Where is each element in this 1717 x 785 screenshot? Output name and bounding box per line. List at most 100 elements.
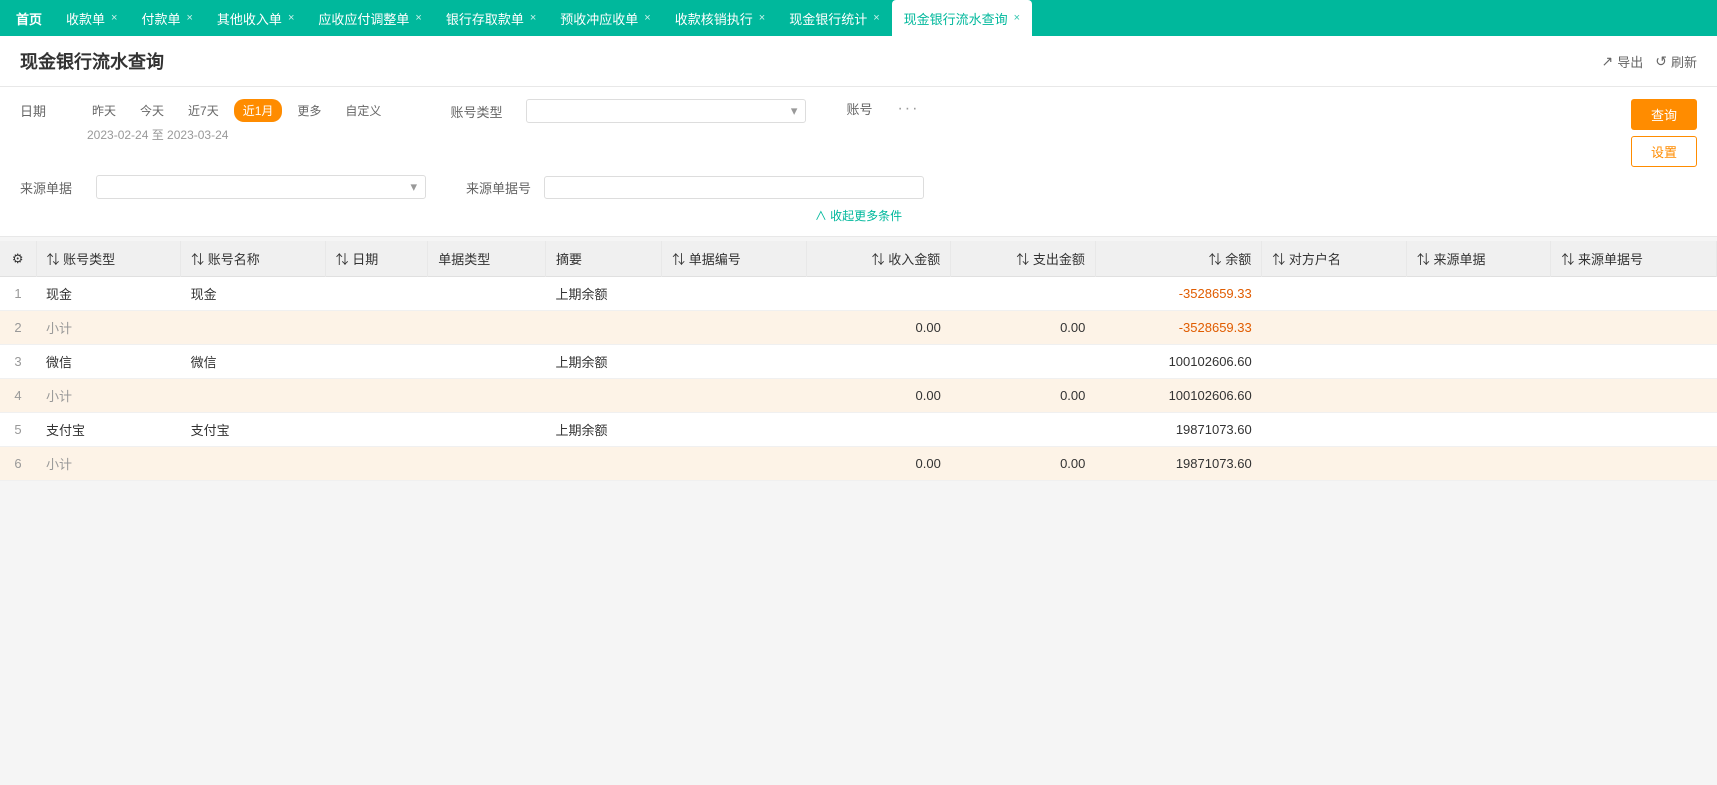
cell-account-type: 小计 (36, 311, 181, 345)
col-expense[interactable]: ⇅ 支出金额 (951, 241, 1096, 277)
date-btn-more[interactable]: 更多 (288, 99, 330, 122)
cell-source-doc (1406, 413, 1551, 447)
date-btn-1month[interactable]: 近1月 (234, 99, 283, 122)
sort-icon: ⇅ (1016, 252, 1029, 267)
cell-income: 0.00 (806, 447, 951, 481)
cell-summary (546, 379, 662, 413)
cell-counterpart (1262, 345, 1407, 379)
source-doc-num-label: 来源单据号 (466, 178, 536, 197)
date-btn-custom[interactable]: 自定义 (336, 99, 390, 122)
account-dots[interactable]: ··· (897, 100, 919, 118)
col-source-doc[interactable]: ⇅ 来源单据 (1406, 241, 1551, 277)
cell-account-name: 现金 (181, 277, 326, 311)
cell-expense: 0.00 (951, 311, 1096, 345)
cell-balance: 100102606.60 (1095, 345, 1261, 379)
cell-doc-type (428, 311, 546, 345)
cell-income: 0.00 (806, 311, 951, 345)
sort-icon: ⇅ (1272, 252, 1285, 267)
cell-doc-number (662, 311, 807, 345)
source-doc-num-input[interactable] (544, 176, 924, 199)
query-button[interactable]: 查询 (1631, 99, 1697, 130)
date-btn-today[interactable]: 今天 (131, 99, 173, 122)
refresh-button[interactable]: ↺ 刷新 (1655, 52, 1697, 71)
close-icon[interactable]: × (1014, 12, 1020, 24)
date-range-display: 2023-02-24 至 2023-03-24 (87, 128, 228, 142)
col-account-type[interactable]: ⇅ 账号类型 (36, 241, 181, 277)
close-icon[interactable]: × (186, 12, 192, 24)
close-icon[interactable]: × (288, 12, 294, 24)
gear-col-header[interactable]: ⚙ (0, 241, 36, 277)
nav-adjustment[interactable]: 应收应付调整单 × (306, 0, 433, 36)
cell-income: 0.00 (806, 379, 951, 413)
cell-account-type: 微信 (36, 345, 181, 379)
cell-date (325, 447, 428, 481)
date-btn-yesterday[interactable]: 昨天 (83, 99, 125, 122)
cell-account-type: 现金 (36, 277, 181, 311)
nav-other-income[interactable]: 其他收入单 × (205, 0, 306, 36)
cell-expense (951, 413, 1096, 447)
account-type-select[interactable]: ▾ (526, 99, 806, 123)
gear-icon: ⚙ (12, 251, 24, 266)
col-doc-number[interactable]: ⇅ 单据编号 (662, 241, 807, 277)
cell-account-name: 微信 (181, 345, 326, 379)
table-wrapper: ⚙ ⇅ 账号类型 ⇅ 账号名称 ⇅ 日期 单据类型 摘要 (0, 241, 1717, 481)
col-balance[interactable]: ⇅ 余额 (1095, 241, 1261, 277)
account-label: 账号 (846, 99, 881, 118)
cell-doc-type (428, 413, 546, 447)
date-btn-7days[interactable]: 近7天 (179, 99, 228, 122)
cell-source-doc (1406, 447, 1551, 481)
col-summary[interactable]: 摘要 (546, 241, 662, 277)
cell-account-type: 小计 (36, 447, 181, 481)
cell-balance: 100102606.60 (1095, 379, 1261, 413)
cell-summary (546, 311, 662, 345)
refresh-icon: ↺ (1655, 53, 1667, 70)
cell-date (325, 379, 428, 413)
nav-verification[interactable]: 收款核销执行 × (663, 0, 777, 36)
close-icon[interactable]: × (415, 12, 421, 24)
cell-source-doc (1406, 345, 1551, 379)
nav-statistics[interactable]: 现金银行统计 × (777, 0, 891, 36)
col-income[interactable]: ⇅ 收入金额 (806, 241, 951, 277)
cell-income (806, 277, 951, 311)
source-doc-select[interactable]: ▾ (96, 175, 426, 199)
nav-payment[interactable]: 付款单 × (129, 0, 204, 36)
cell-summary (546, 447, 662, 481)
cell-counterpart (1262, 413, 1407, 447)
settings-button[interactable]: 设置 (1631, 136, 1697, 167)
export-button[interactable]: ↗ 导出 (1602, 52, 1644, 71)
nav-receipt[interactable]: 收款单 × (54, 0, 129, 36)
col-account-name[interactable]: ⇅ 账号名称 (181, 241, 326, 277)
cell-doc-number (662, 379, 807, 413)
cell-expense: 0.00 (951, 447, 1096, 481)
col-source-doc-num[interactable]: ⇅ 来源单据号 (1551, 241, 1717, 277)
cell-account-name (181, 379, 326, 413)
cell-source-doc (1406, 311, 1551, 345)
cell-source-doc-num (1551, 379, 1717, 413)
table-row: 3 微信 微信 上期余额 100102606.60 (0, 345, 1717, 379)
nav-home[interactable]: 首页 (4, 0, 54, 36)
sort-icon: ⇅ (336, 252, 349, 267)
date-label: 日期 (20, 101, 75, 120)
source-doc-label: 来源单据 (20, 178, 80, 197)
nav-bank-deposit[interactable]: 银行存取款单 × (434, 0, 548, 36)
cell-doc-number (662, 413, 807, 447)
close-icon[interactable]: × (530, 12, 536, 24)
close-icon[interactable]: × (873, 12, 879, 24)
close-icon[interactable]: × (644, 12, 650, 24)
cell-expense (951, 345, 1096, 379)
cell-summary: 上期余额 (546, 413, 662, 447)
chevron-down-icon: ▾ (410, 179, 417, 195)
col-date[interactable]: ⇅ 日期 (325, 241, 428, 277)
close-icon[interactable]: × (111, 12, 117, 24)
top-nav: 首页 收款单 × 付款单 × 其他收入单 × 应收应付调整单 × 银行存取款单 … (0, 0, 1717, 36)
row-num: 5 (0, 413, 36, 447)
close-icon[interactable]: × (759, 12, 765, 24)
cell-date (325, 345, 428, 379)
nav-prepaid[interactable]: 预收冲应收单 × (548, 0, 662, 36)
cell-balance: 19871073.60 (1095, 413, 1261, 447)
table-row: 4 小计 0.00 0.00 100102606.60 (0, 379, 1717, 413)
collapse-bar[interactable]: ∧ 收起更多条件 (20, 203, 1697, 228)
nav-cashflow[interactable]: 现金银行流水查询 × (892, 0, 1032, 36)
col-counterpart[interactable]: ⇅ 对方户名 (1262, 241, 1407, 277)
col-doc-type[interactable]: 单据类型 (428, 241, 546, 277)
